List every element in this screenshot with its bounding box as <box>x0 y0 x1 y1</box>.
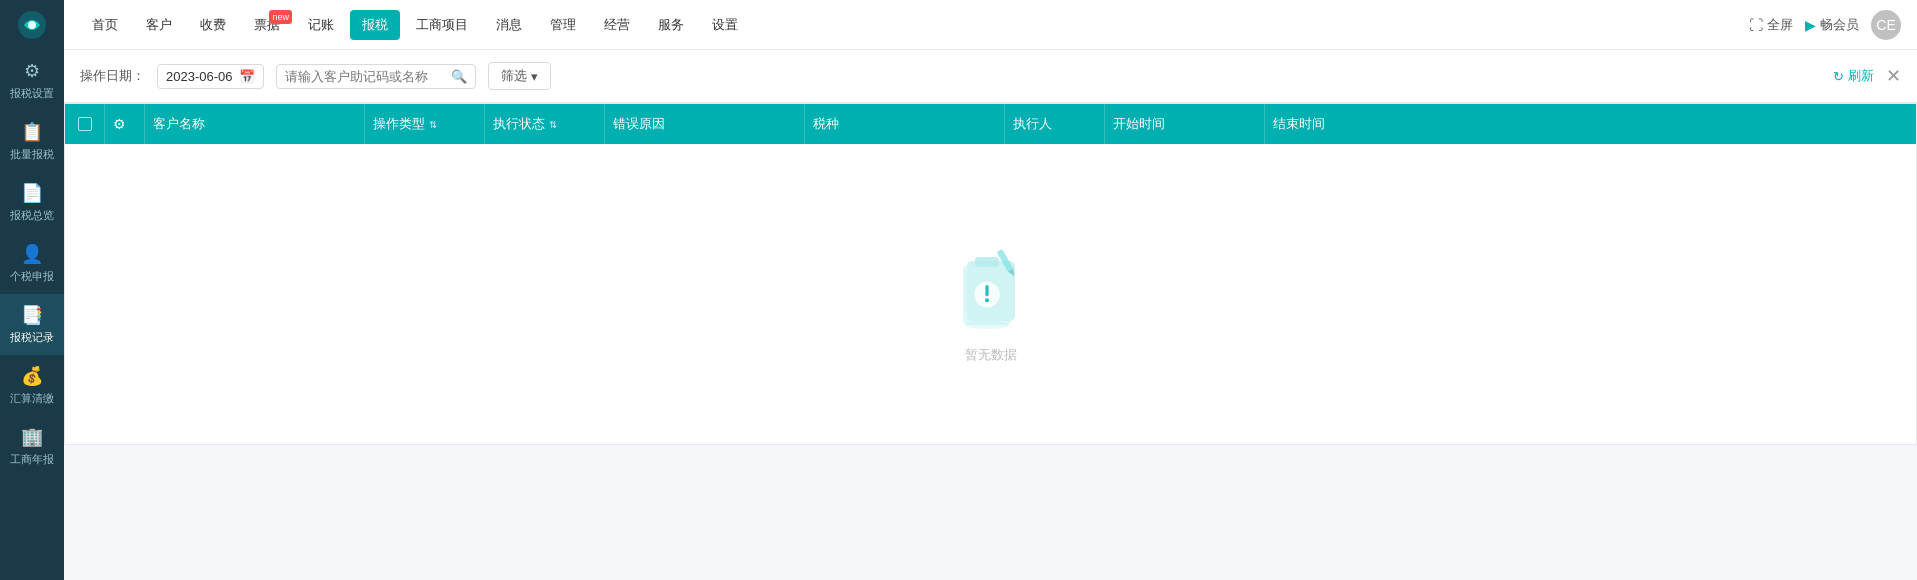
batch-tax-icon: 📋 <box>21 121 43 143</box>
sidebar-item-settlement[interactable]: 💰 汇算清缴 <box>0 355 64 416</box>
refresh-label: 刷新 <box>1848 67 1874 85</box>
filter-label: 筛选 <box>501 67 527 85</box>
member-icon: ▶ <box>1805 17 1816 33</box>
th-customer-name: 客户名称 <box>145 104 365 144</box>
date-value: 2023-06-06 <box>166 69 233 84</box>
th-checkbox[interactable] <box>65 104 105 144</box>
table-container: ⚙ 客户名称 操作类型 ⇅ 执行状态 ⇅ 错误原因 税种 <box>64 103 1917 445</box>
filter-button[interactable]: 筛选 ▾ <box>488 62 551 90</box>
refresh-button[interactable]: ↻ 刷新 <box>1833 67 1874 85</box>
nav-bookkeeping[interactable]: 记账 <box>296 10 346 40</box>
toolbar: 操作日期： 2023-06-06 📅 🔍 筛选 ▾ ↻ 刷新 ✕ <box>64 50 1917 103</box>
th-error-reason: 错误原因 <box>605 104 805 144</box>
personal-tax-icon: 👤 <box>21 243 43 265</box>
chevron-down-icon: ▾ <box>531 69 538 84</box>
calendar-icon: 📅 <box>239 69 255 84</box>
content: 操作日期： 2023-06-06 📅 🔍 筛选 ▾ ↻ 刷新 ✕ <box>64 50 1917 580</box>
sidebar-item-personal-tax[interactable]: 👤 个税申报 <box>0 233 64 294</box>
settlement-icon: 💰 <box>21 365 43 387</box>
sidebar-item-settlement-label: 汇算清缴 <box>10 391 54 406</box>
date-label: 操作日期： <box>80 67 145 85</box>
svg-rect-4 <box>975 257 999 267</box>
empty-text: 暂无数据 <box>965 346 1017 364</box>
th-settings: ⚙ <box>105 104 145 144</box>
nav-tax[interactable]: 报税 <box>350 10 400 40</box>
search-icon: 🔍 <box>451 69 467 84</box>
member-label: 畅会员 <box>1820 16 1859 34</box>
svg-point-10 <box>964 321 1009 329</box>
fullscreen-button[interactable]: ⛶ 全屏 <box>1749 16 1793 34</box>
th-start-time: 开始时间 <box>1105 104 1265 144</box>
fullscreen-icon: ⛶ <box>1749 17 1763 33</box>
annual-report-icon: 🏢 <box>21 426 43 448</box>
avatar-text: CE <box>1876 17 1895 33</box>
invoice-new-badge: new <box>269 10 292 24</box>
sidebar-item-batch-tax[interactable]: 📋 批量报税 <box>0 111 64 172</box>
sidebar-item-tax-overview[interactable]: 📄 报税总览 <box>0 172 64 233</box>
sidebar-item-personal-tax-label: 个税申报 <box>10 269 54 284</box>
fullscreen-label: 全屏 <box>1767 16 1793 34</box>
search-input[interactable] <box>285 69 445 84</box>
empty-illustration <box>951 244 1031 334</box>
toolbar-right: ↻ 刷新 ✕ <box>1833 67 1901 85</box>
sidebar-item-annual-report[interactable]: 🏢 工商年报 <box>0 416 64 477</box>
nav-home[interactable]: 首页 <box>80 10 130 40</box>
main-area: 首页 客户 收费 票据 new 记账 报税 工商项目 消息 管理 经营 服务 设… <box>64 0 1917 580</box>
th-operation-type[interactable]: 操作类型 ⇅ <box>365 104 485 144</box>
svg-point-1 <box>28 21 36 29</box>
svg-point-7 <box>985 298 989 302</box>
topnav-right: ⛶ 全屏 ▶ 畅会员 CE <box>1749 10 1901 40</box>
nav-finance[interactable]: 经营 <box>592 10 642 40</box>
topnav: 首页 客户 收费 票据 new 记账 报税 工商项目 消息 管理 经营 服务 设… <box>64 0 1917 50</box>
member-button[interactable]: ▶ 畅会员 <box>1805 16 1859 34</box>
nav-message[interactable]: 消息 <box>484 10 534 40</box>
sidebar: ⚙ 报税设置 📋 批量报税 📄 报税总览 👤 个税申报 📑 报税记录 💰 汇算清… <box>0 0 64 580</box>
sidebar-item-tax-overview-label: 报税总览 <box>10 208 54 223</box>
svg-rect-6 <box>985 285 988 296</box>
nav-customer[interactable]: 客户 <box>134 10 184 40</box>
nav-service[interactable]: 服务 <box>646 10 696 40</box>
sidebar-logo <box>0 0 64 50</box>
refresh-icon: ↻ <box>1833 69 1844 84</box>
tax-records-icon: 📑 <box>21 304 43 326</box>
exec-status-sort-icon: ⇅ <box>549 119 557 130</box>
nav-business[interactable]: 工商项目 <box>404 10 480 40</box>
search-box[interactable]: 🔍 <box>276 64 476 89</box>
nav-management[interactable]: 管理 <box>538 10 588 40</box>
table-header: ⚙ 客户名称 操作类型 ⇅ 执行状态 ⇅ 错误原因 税种 <box>65 104 1916 144</box>
date-picker[interactable]: 2023-06-06 📅 <box>157 64 264 89</box>
th-exec-status[interactable]: 执行状态 ⇅ <box>485 104 605 144</box>
operation-type-sort-icon: ⇅ <box>429 119 437 130</box>
sidebar-item-batch-tax-label: 批量报税 <box>10 147 54 162</box>
sidebar-item-tax-records[interactable]: 📑 报税记录 <box>0 294 64 355</box>
sidebar-item-tax-settings-label: 报税设置 <box>10 86 54 101</box>
sidebar-item-annual-report-label: 工商年报 <box>10 452 54 467</box>
avatar[interactable]: CE <box>1871 10 1901 40</box>
sidebar-item-tax-records-label: 报税记录 <box>10 330 54 345</box>
th-executor: 执行人 <box>1005 104 1105 144</box>
nav-invoice[interactable]: 票据 new <box>242 10 292 40</box>
tax-settings-icon: ⚙ <box>24 60 40 82</box>
th-tax-type: 税种 <box>805 104 1005 144</box>
nav-settings[interactable]: 设置 <box>700 10 750 40</box>
th-end-time: 结束时间 <box>1265 104 1425 144</box>
tax-overview-icon: 📄 <box>21 182 43 204</box>
settings-icon[interactable]: ⚙ <box>113 116 126 132</box>
sidebar-item-tax-settings[interactable]: ⚙ 报税设置 <box>0 50 64 111</box>
nav-billing[interactable]: 收费 <box>188 10 238 40</box>
empty-state: 暂无数据 <box>65 144 1916 444</box>
select-all-checkbox[interactable] <box>78 117 92 131</box>
close-button[interactable]: ✕ <box>1886 67 1901 85</box>
